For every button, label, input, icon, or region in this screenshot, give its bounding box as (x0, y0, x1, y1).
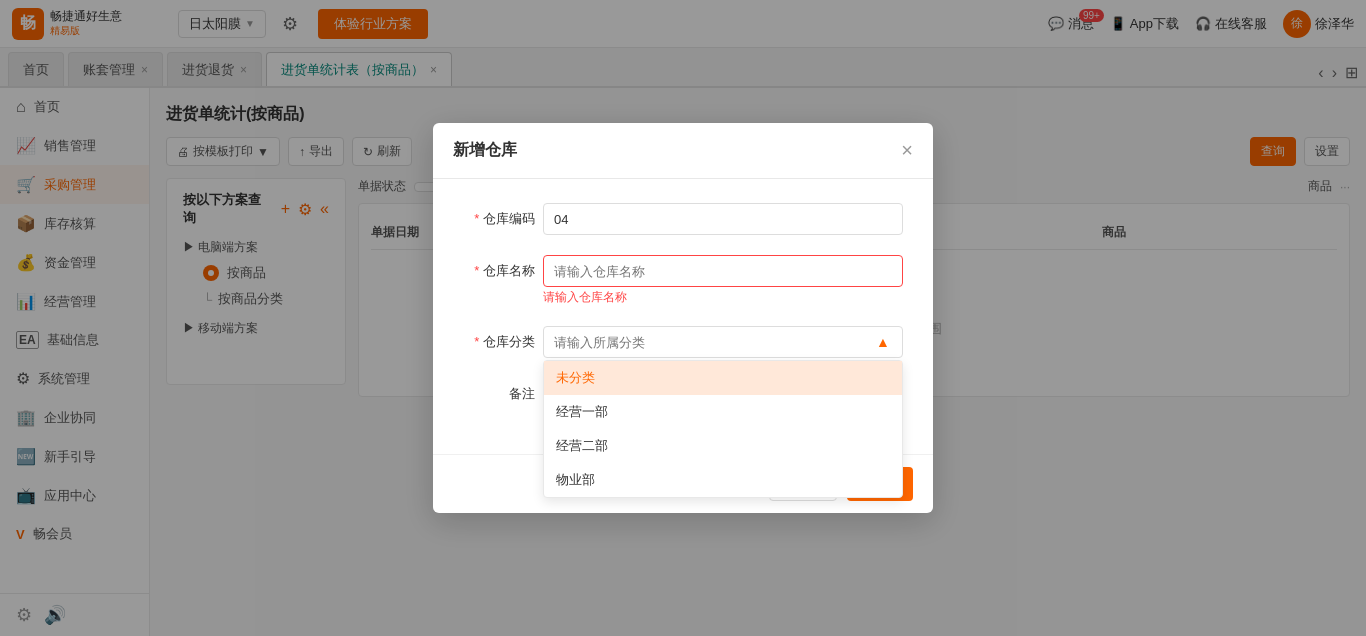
dialog-add-warehouse: 新增仓库 × * 仓库编码 * 仓库名称 (433, 123, 933, 513)
name-control: 请输入仓库名称 (543, 255, 903, 306)
code-input[interactable] (543, 203, 903, 235)
category-label: * 仓库分类 (463, 326, 543, 358)
form-row-name: * 仓库名称 请输入仓库名称 (463, 255, 903, 306)
category-input-wrap: ▲ (543, 326, 903, 358)
code-control (543, 203, 903, 235)
note-label: 备注 (463, 378, 543, 410)
dialog-title: 新增仓库 (453, 140, 517, 161)
name-label: * 仓库名称 (463, 255, 543, 287)
code-label: * 仓库编码 (463, 203, 543, 235)
name-error-msg: 请输入仓库名称 (543, 289, 903, 306)
dropdown-item-dept3[interactable]: 物业部 (544, 463, 902, 497)
dropdown-item-dept2[interactable]: 经营二部 (544, 429, 902, 463)
dialog-close-button[interactable]: × (901, 139, 913, 162)
category-control: ▲ 未分类 经营一部 经营二部 物业部 (543, 326, 903, 358)
category-toggle-button[interactable]: ▲ (871, 330, 895, 354)
dialog-header: 新增仓库 × (433, 123, 933, 179)
category-dropdown: 未分类 经营一部 经营二部 物业部 (543, 360, 903, 498)
form-row-code: * 仓库编码 (463, 203, 903, 235)
dropdown-item-none[interactable]: 未分类 (544, 361, 902, 395)
modal-overlay: 新增仓库 × * 仓库编码 * 仓库名称 (0, 0, 1366, 636)
name-input[interactable] (543, 255, 903, 287)
dropdown-item-dept1[interactable]: 经营一部 (544, 395, 902, 429)
category-input[interactable] (543, 326, 903, 358)
form-row-category: * 仓库分类 ▲ 未分类 经营一部 经营二部 物业部 (463, 326, 903, 358)
dialog-body: * 仓库编码 * 仓库名称 请输入仓库名称 (433, 179, 933, 454)
